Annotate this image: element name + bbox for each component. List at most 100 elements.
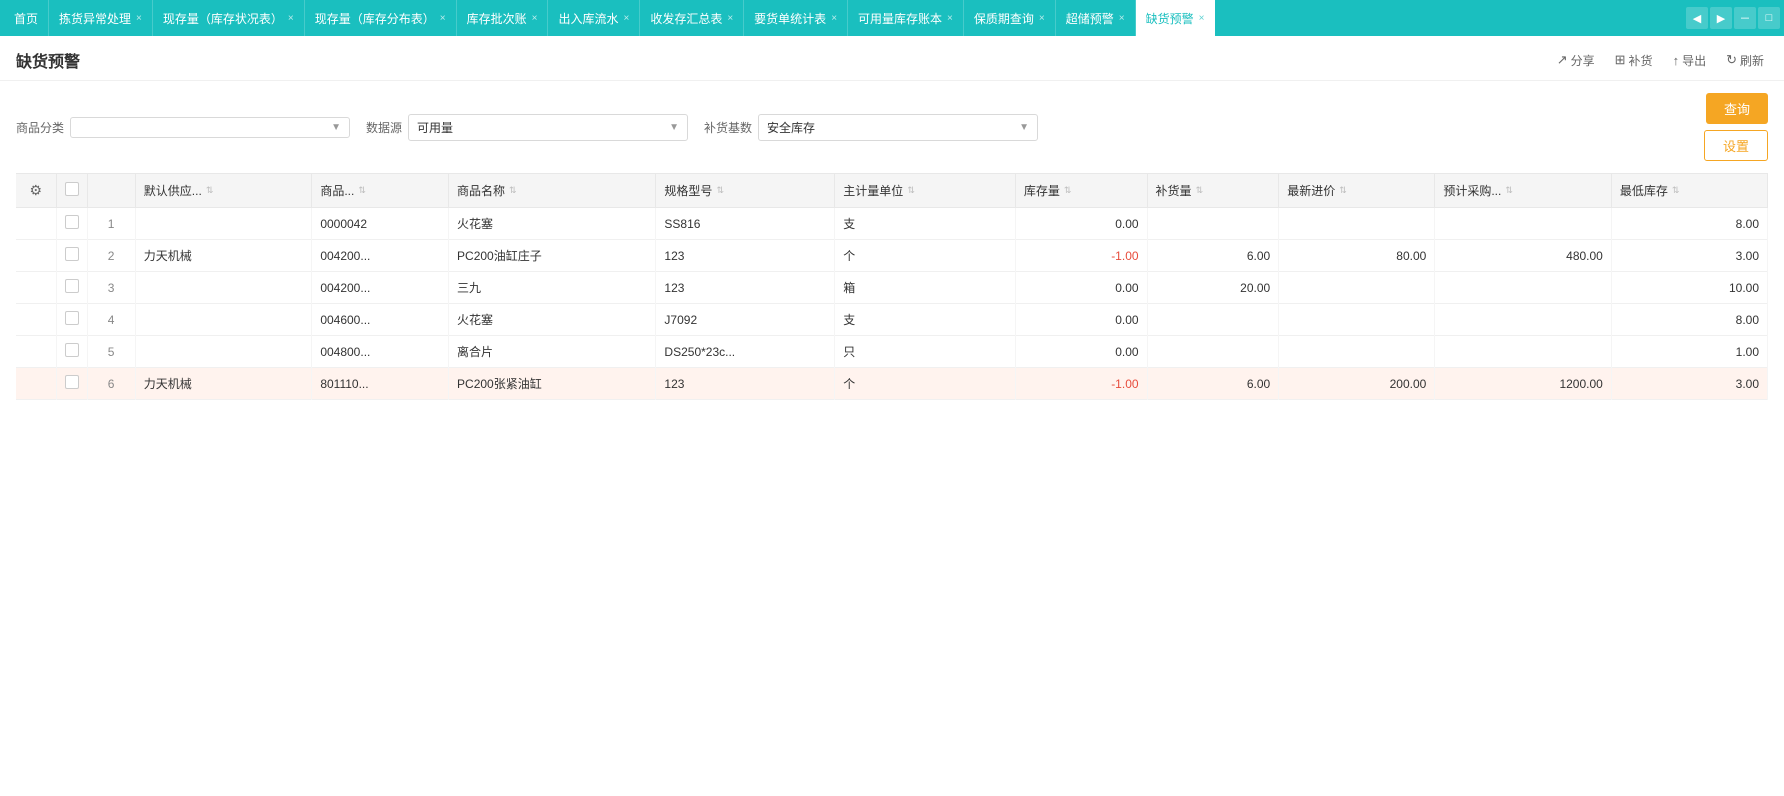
replenish-button[interactable]: ⊞ 补货 (1611, 50, 1657, 71)
cell-price-1: 80.00 (1279, 240, 1435, 272)
tab-expiry[interactable]: 保质期查询 × (964, 0, 1056, 36)
replenish-basis-select[interactable]: 安全库存 ▼ (758, 114, 1038, 141)
tab-close-recv-send[interactable]: × (727, 13, 733, 24)
cell-stock-2: 0.00 (1015, 272, 1147, 304)
tab-inout-flow[interactable]: 出入库流水 × (548, 0, 640, 36)
tab-overstock[interactable]: 超储预警 × (1056, 0, 1136, 36)
category-select[interactable]: ▼ (70, 117, 350, 138)
window-maximize-button[interactable]: □ (1758, 7, 1780, 29)
tab-close-inout-flow[interactable]: × (623, 13, 629, 24)
row-checkbox-0[interactable] (65, 215, 79, 229)
cell-minstock-1: 3.00 (1611, 240, 1767, 272)
tab-prev-button[interactable]: ◀ (1686, 7, 1708, 29)
cell-name-0: 火花塞 (449, 208, 656, 240)
cell-seq-5: 6 (87, 368, 135, 400)
table-container: ⚙ 默认供应... ⇅ 商品... (0, 173, 1784, 400)
share-button[interactable]: ↗ 分享 (1553, 50, 1599, 71)
filter-actions: 查询 设置 (1704, 93, 1768, 161)
cell-spec-5: 123 (656, 368, 835, 400)
th-product-name[interactable]: 商品名称 ⇅ (449, 174, 656, 208)
tab-close-shortage[interactable]: × (1199, 13, 1205, 24)
datasource-label: 数据源 (366, 119, 402, 136)
row-checkbox-1[interactable] (65, 247, 79, 261)
th-min-stock[interactable]: 最低库存 ⇅ (1611, 174, 1767, 208)
tab-close-stock-exception[interactable]: × (136, 13, 142, 24)
sort-unit-icon: ⇅ (907, 185, 915, 196)
tab-stock-exception[interactable]: 拣货异常处理 × (49, 0, 153, 36)
export-button[interactable]: ↑ 导出 (1669, 50, 1711, 71)
th-product-code[interactable]: 商品... ⇅ (312, 174, 449, 208)
table-row[interactable]: 5 004800... 离合片 DS250*23c... 只 0.00 1.00 (16, 336, 1768, 368)
cell-est-1: 480.00 (1435, 240, 1612, 272)
tab-requisition[interactable]: 要货单统计表 × (744, 0, 848, 36)
th-stock-qty[interactable]: 库存量 ⇅ (1015, 174, 1147, 208)
row-checkbox-5[interactable] (65, 375, 79, 389)
th-latest-price[interactable]: 最新进价 ⇅ (1279, 174, 1435, 208)
replenish-basis-dropdown-arrow: ▼ (1019, 122, 1029, 133)
th-checkbox[interactable] (56, 174, 87, 208)
tab-home[interactable]: 首页 (4, 0, 49, 36)
tab-inventory-status[interactable]: 现存量（库存状况表） × (153, 0, 305, 36)
window-minimize-button[interactable]: － (1734, 7, 1756, 29)
cell-supplier-4 (135, 336, 312, 368)
th-replenish-qty[interactable]: 补货量 ⇅ (1147, 174, 1279, 208)
table-row[interactable]: 1 0000042 火花塞 SS816 支 0.00 8.00 (16, 208, 1768, 240)
settings-button[interactable]: 设置 (1704, 130, 1768, 161)
table-row[interactable]: 4 004600... 火花塞 J7092 支 0.00 8.00 (16, 304, 1768, 336)
cell-minstock-2: 10.00 (1611, 272, 1767, 304)
tab-close-inventory-dist[interactable]: × (440, 13, 446, 24)
sort-spec-icon: ⇅ (716, 185, 724, 196)
tab-inventory-dist[interactable]: 现存量（库存分布表） × (305, 0, 457, 36)
th-default-supplier[interactable]: 默认供应... ⇅ (135, 174, 312, 208)
tab-recv-send[interactable]: 收发存汇总表 × (640, 0, 744, 36)
cell-seq-4: 5 (87, 336, 135, 368)
select-all-checkbox[interactable] (65, 182, 79, 196)
tab-close-available-ledger[interactable]: × (947, 13, 953, 24)
cell-checkbox-2[interactable] (56, 272, 87, 304)
column-settings-icon[interactable]: ⚙ (29, 182, 42, 198)
cell-name-1: PC200油缸庄子 (449, 240, 656, 272)
cell-checkbox-5[interactable] (56, 368, 87, 400)
row-checkbox-4[interactable] (65, 343, 79, 357)
datasource-select-value: 可用量 (417, 119, 453, 136)
refresh-button[interactable]: ↻ 刷新 (1722, 50, 1768, 71)
th-spec[interactable]: 规格型号 ⇅ (656, 174, 835, 208)
page-header: 缺货预警 ↗ 分享 ⊞ 补货 ↑ 导出 ↻ 刷新 (0, 36, 1784, 81)
cell-name-4: 离合片 (449, 336, 656, 368)
cell-spec-2: 123 (656, 272, 835, 304)
cell-seq-2: 3 (87, 272, 135, 304)
cell-checkbox-0[interactable] (56, 208, 87, 240)
tab-next-button[interactable]: ▶ (1710, 7, 1732, 29)
table-row[interactable]: 2 力天机械 004200... PC200油缸庄子 123 个 -1.00 6… (16, 240, 1768, 272)
tab-close-inventory-status[interactable]: × (288, 13, 294, 24)
datasource-select[interactable]: 可用量 ▼ (408, 114, 688, 141)
query-button[interactable]: 查询 (1706, 93, 1768, 124)
cell-price-2 (1279, 272, 1435, 304)
tab-available-ledger[interactable]: 可用量库存账本 × (848, 0, 964, 36)
table-row[interactable]: 6 力天机械 801110... PC200张紧油缸 123 个 -1.00 6… (16, 368, 1768, 400)
header-actions: ↗ 分享 ⊞ 补货 ↑ 导出 ↻ 刷新 (1553, 50, 1768, 71)
share-icon: ↗ (1557, 52, 1568, 68)
cell-checkbox-3[interactable] (56, 304, 87, 336)
cell-minstock-0: 8.00 (1611, 208, 1767, 240)
cell-seq-1: 2 (87, 240, 135, 272)
tab-close-batch-account[interactable]: × (532, 13, 538, 24)
cell-price-3 (1279, 304, 1435, 336)
tab-close-expiry[interactable]: × (1039, 13, 1045, 24)
row-checkbox-2[interactable] (65, 279, 79, 293)
table-row[interactable]: 3 004200... 三九 123 箱 0.00 20.00 10.00 (16, 272, 1768, 304)
cell-checkbox-4[interactable] (56, 336, 87, 368)
tab-shortage[interactable]: 缺货预警 × (1136, 0, 1216, 36)
replenish-icon: ⊞ (1615, 52, 1626, 68)
th-gear[interactable]: ⚙ (16, 174, 56, 208)
cell-gear-0 (16, 208, 56, 240)
sort-product-code-icon: ⇅ (358, 185, 366, 196)
cell-supplier-3 (135, 304, 312, 336)
th-est-purchase[interactable]: 预计采购... ⇅ (1435, 174, 1612, 208)
cell-checkbox-1[interactable] (56, 240, 87, 272)
row-checkbox-3[interactable] (65, 311, 79, 325)
th-unit[interactable]: 主计量单位 ⇅ (835, 174, 1016, 208)
tab-close-overstock[interactable]: × (1119, 13, 1125, 24)
tab-batch-account[interactable]: 库存批次账 × (457, 0, 549, 36)
tab-close-requisition[interactable]: × (831, 13, 837, 24)
